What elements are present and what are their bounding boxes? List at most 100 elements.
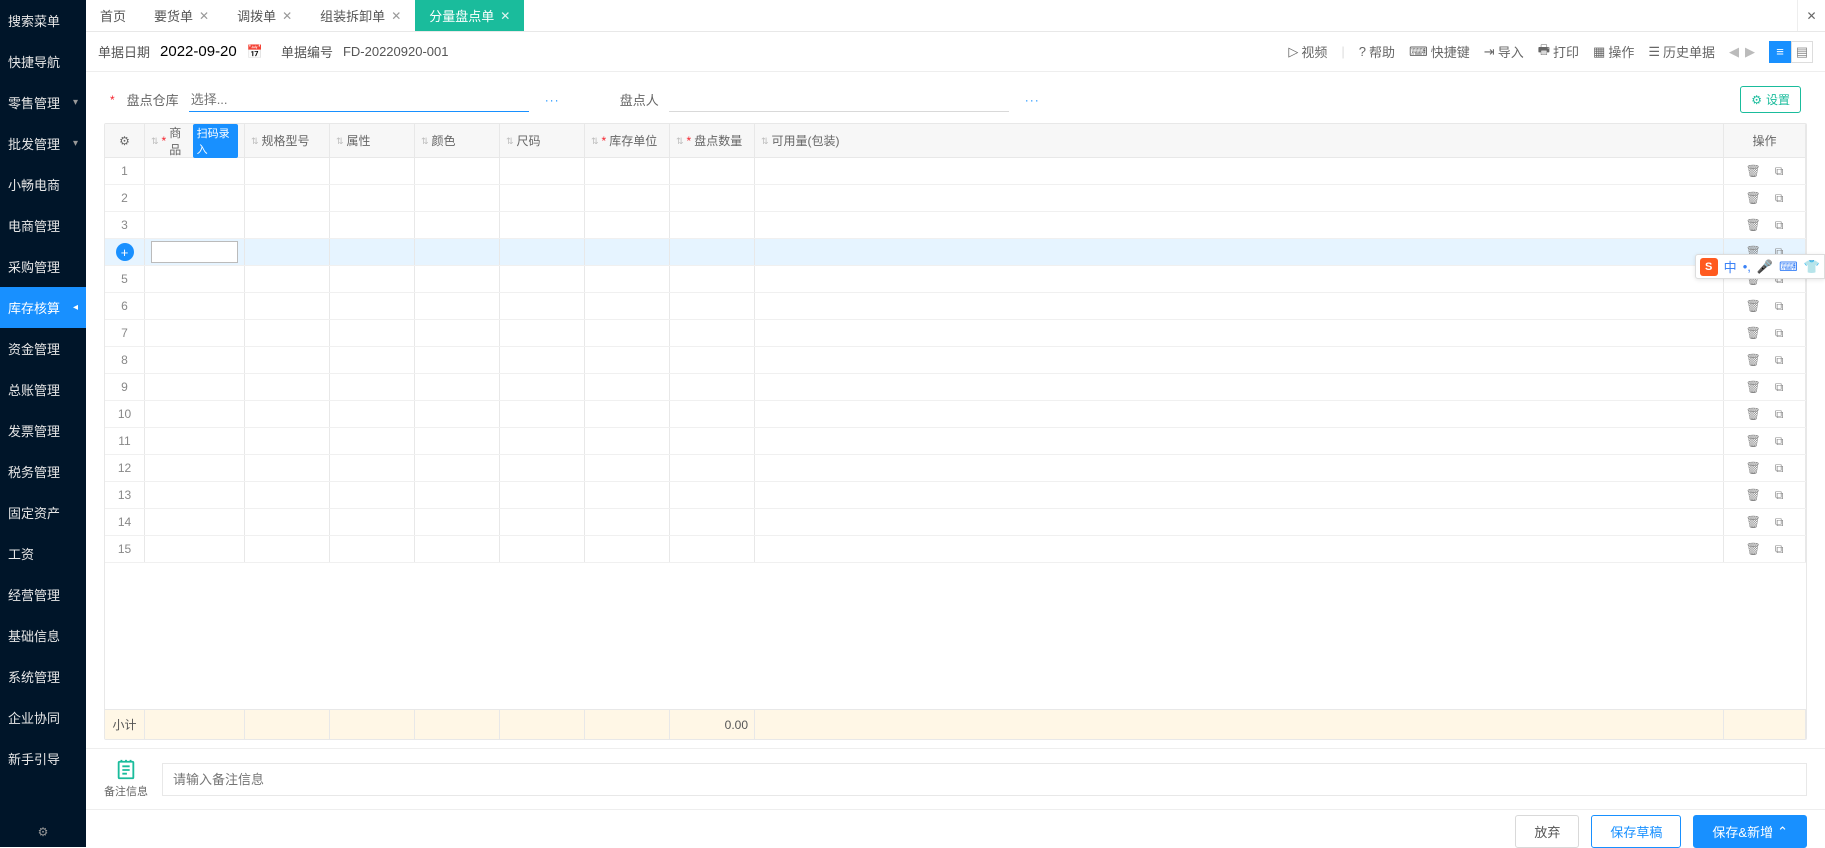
close-all-tabs[interactable]: ✕ xyxy=(1797,0,1825,31)
remark-input[interactable] xyxy=(162,763,1807,796)
video-link[interactable]: ▷视频 xyxy=(1288,42,1327,61)
col-spec[interactable]: ⇅规格型号 xyxy=(245,124,330,157)
row-copy-icon[interactable]: ⧉ xyxy=(1775,407,1784,422)
table-row[interactable]: 15🗑⧉ xyxy=(105,536,1806,563)
col-product[interactable]: ⇅*商品扫码录入 xyxy=(145,124,245,157)
table-row[interactable]: 9🗑⧉ xyxy=(105,374,1806,401)
row-copy-icon[interactable]: ⧉ xyxy=(1775,164,1784,179)
tab-close-icon[interactable]: ✕ xyxy=(282,9,292,23)
col-attr[interactable]: ⇅属性 xyxy=(330,124,415,157)
sidebar-item-18[interactable]: 新手引导 xyxy=(0,738,86,779)
ime-mic-icon[interactable]: 🎤 xyxy=(1757,259,1773,275)
row-delete-icon[interactable]: 🗑 xyxy=(1746,461,1761,475)
table-row[interactable]: 8🗑⧉ xyxy=(105,347,1806,374)
table-row[interactable]: 13🗑⧉ xyxy=(105,482,1806,509)
row-copy-icon[interactable]: ⧉ xyxy=(1775,380,1784,395)
table-row[interactable]: 5🗑⧉ xyxy=(105,266,1806,293)
calendar-icon[interactable]: 📅 xyxy=(247,44,263,60)
sidebar-item-9[interactable]: 总账管理 xyxy=(0,369,86,410)
row-copy-icon[interactable]: ⧉ xyxy=(1775,326,1784,341)
person-input[interactable] xyxy=(669,88,1009,112)
table-row[interactable]: 7🗑⧉ xyxy=(105,320,1806,347)
doc-date-value[interactable]: 2022-09-20 xyxy=(160,43,237,60)
sidebar-item-14[interactable]: 经营管理 xyxy=(0,574,86,615)
row-copy-icon[interactable]: ⧉ xyxy=(1775,218,1784,233)
ime-punct-icon[interactable]: •, xyxy=(1743,259,1751,274)
row-copy-icon[interactable]: ⧉ xyxy=(1775,299,1784,314)
discard-button[interactable]: 放弃 xyxy=(1515,815,1579,848)
sidebar-item-2[interactable]: 零售管理▾ xyxy=(0,82,86,123)
col-color[interactable]: ⇅颜色 xyxy=(415,124,500,157)
scan-badge[interactable]: 扫码录入 xyxy=(193,124,238,158)
row-delete-icon[interactable]: 🗑 xyxy=(1746,164,1761,178)
table-row[interactable]: 2🗑⧉ xyxy=(105,185,1806,212)
row-delete-icon[interactable]: 🗑 xyxy=(1746,191,1761,205)
warehouse-input[interactable] xyxy=(189,88,529,112)
col-unit[interactable]: ⇅*库存单位 xyxy=(585,124,670,157)
sidebar-item-13[interactable]: 工资 xyxy=(0,533,86,574)
row-delete-icon[interactable]: 🗑 xyxy=(1746,488,1761,502)
sidebar-item-16[interactable]: 系统管理 xyxy=(0,656,86,697)
ime-toolbar[interactable]: S 中 •, 🎤 ⌨ 👕 xyxy=(1695,254,1825,279)
col-avail[interactable]: ⇅可用量(包装) xyxy=(755,124,1724,157)
settings-button[interactable]: ⚙ 设置 xyxy=(1740,86,1801,113)
sidebar-item-1[interactable]: 快捷导航 xyxy=(0,41,86,82)
import-link[interactable]: ⇥导入 xyxy=(1484,42,1524,61)
row-copy-icon[interactable]: ⧉ xyxy=(1775,461,1784,476)
shortcut-link[interactable]: ⌨快捷键 xyxy=(1409,42,1470,61)
row-delete-icon[interactable]: 🗑 xyxy=(1746,434,1761,448)
row-copy-icon[interactable]: ⧉ xyxy=(1775,515,1784,530)
row-copy-icon[interactable]: ⧉ xyxy=(1775,488,1784,503)
prev-doc-icon[interactable]: ◀ xyxy=(1729,44,1739,60)
sidebar-item-8[interactable]: 资金管理 xyxy=(0,328,86,369)
sidebar-item-0[interactable]: 搜索菜单 xyxy=(0,0,86,41)
row-delete-icon[interactable]: 🗑 xyxy=(1746,326,1761,340)
row-copy-icon[interactable]: ⧉ xyxy=(1775,542,1784,557)
row-copy-icon[interactable]: ⧉ xyxy=(1775,191,1784,206)
row-delete-icon[interactable]: 🗑 xyxy=(1746,542,1761,556)
next-doc-icon[interactable]: ▶ xyxy=(1745,44,1755,60)
tab-1[interactable]: 要货单✕ xyxy=(140,0,223,31)
tab-close-icon[interactable]: ✕ xyxy=(199,9,209,23)
row-delete-icon[interactable]: 🗑 xyxy=(1746,380,1761,394)
tab-2[interactable]: 调拨单✕ xyxy=(223,0,306,31)
tab-close-icon[interactable]: ✕ xyxy=(500,9,510,23)
table-row[interactable]: 3🗑⧉ xyxy=(105,212,1806,239)
product-cell-input[interactable] xyxy=(151,241,238,263)
sidebar-item-7[interactable]: 库存核算◂ xyxy=(0,287,86,328)
sidebar-item-15[interactable]: 基础信息 xyxy=(0,615,86,656)
warehouse-more-icon[interactable]: ··· xyxy=(545,93,560,107)
help-link[interactable]: ?帮助 xyxy=(1359,42,1395,61)
col-config-icon[interactable]: ⚙ xyxy=(105,124,145,157)
history-link[interactable]: ☰历史单据 xyxy=(1648,42,1715,61)
sidebar-item-10[interactable]: 发票管理 xyxy=(0,410,86,451)
col-size[interactable]: ⇅尺码 xyxy=(500,124,585,157)
table-row[interactable]: 10🗑⧉ xyxy=(105,401,1806,428)
sidebar-settings-icon[interactable]: ⚙ xyxy=(0,817,86,847)
ime-keyboard-icon[interactable]: ⌨ xyxy=(1779,259,1798,275)
sidebar-item-17[interactable]: 企业协同 xyxy=(0,697,86,738)
table-row[interactable]: 12🗑⧉ xyxy=(105,455,1806,482)
row-delete-icon[interactable]: 🗑 xyxy=(1746,218,1761,232)
tab-close-icon[interactable]: ✕ xyxy=(391,9,401,23)
table-row[interactable]: 14🗑⧉ xyxy=(105,509,1806,536)
view-list-button[interactable]: ≡ xyxy=(1769,41,1791,63)
sidebar-item-6[interactable]: 采购管理 xyxy=(0,246,86,287)
view-grid-button[interactable]: ▤ xyxy=(1791,41,1813,63)
table-row[interactable]: 11🗑⧉ xyxy=(105,428,1806,455)
tab-0[interactable]: 首页 xyxy=(86,0,140,31)
row-delete-icon[interactable]: 🗑 xyxy=(1746,515,1761,529)
ime-lang[interactable]: 中 xyxy=(1724,257,1737,276)
sidebar-item-3[interactable]: 批发管理▾ xyxy=(0,123,86,164)
row-delete-icon[interactable]: 🗑 xyxy=(1746,299,1761,313)
tab-3[interactable]: 组装拆卸单✕ xyxy=(306,0,415,31)
print-link[interactable]: 🖶打印 xyxy=(1538,41,1579,63)
sidebar-item-12[interactable]: 固定资产 xyxy=(0,492,86,533)
operate-link[interactable]: ▦操作 xyxy=(1593,42,1634,61)
sidebar-item-11[interactable]: 税务管理 xyxy=(0,451,86,492)
sidebar-item-4[interactable]: 小畅电商 xyxy=(0,164,86,205)
save-draft-button[interactable]: 保存草稿 xyxy=(1591,815,1681,848)
row-delete-icon[interactable]: 🗑 xyxy=(1746,353,1761,367)
sidebar-item-5[interactable]: 电商管理 xyxy=(0,205,86,246)
row-delete-icon[interactable]: 🗑 xyxy=(1746,407,1761,421)
